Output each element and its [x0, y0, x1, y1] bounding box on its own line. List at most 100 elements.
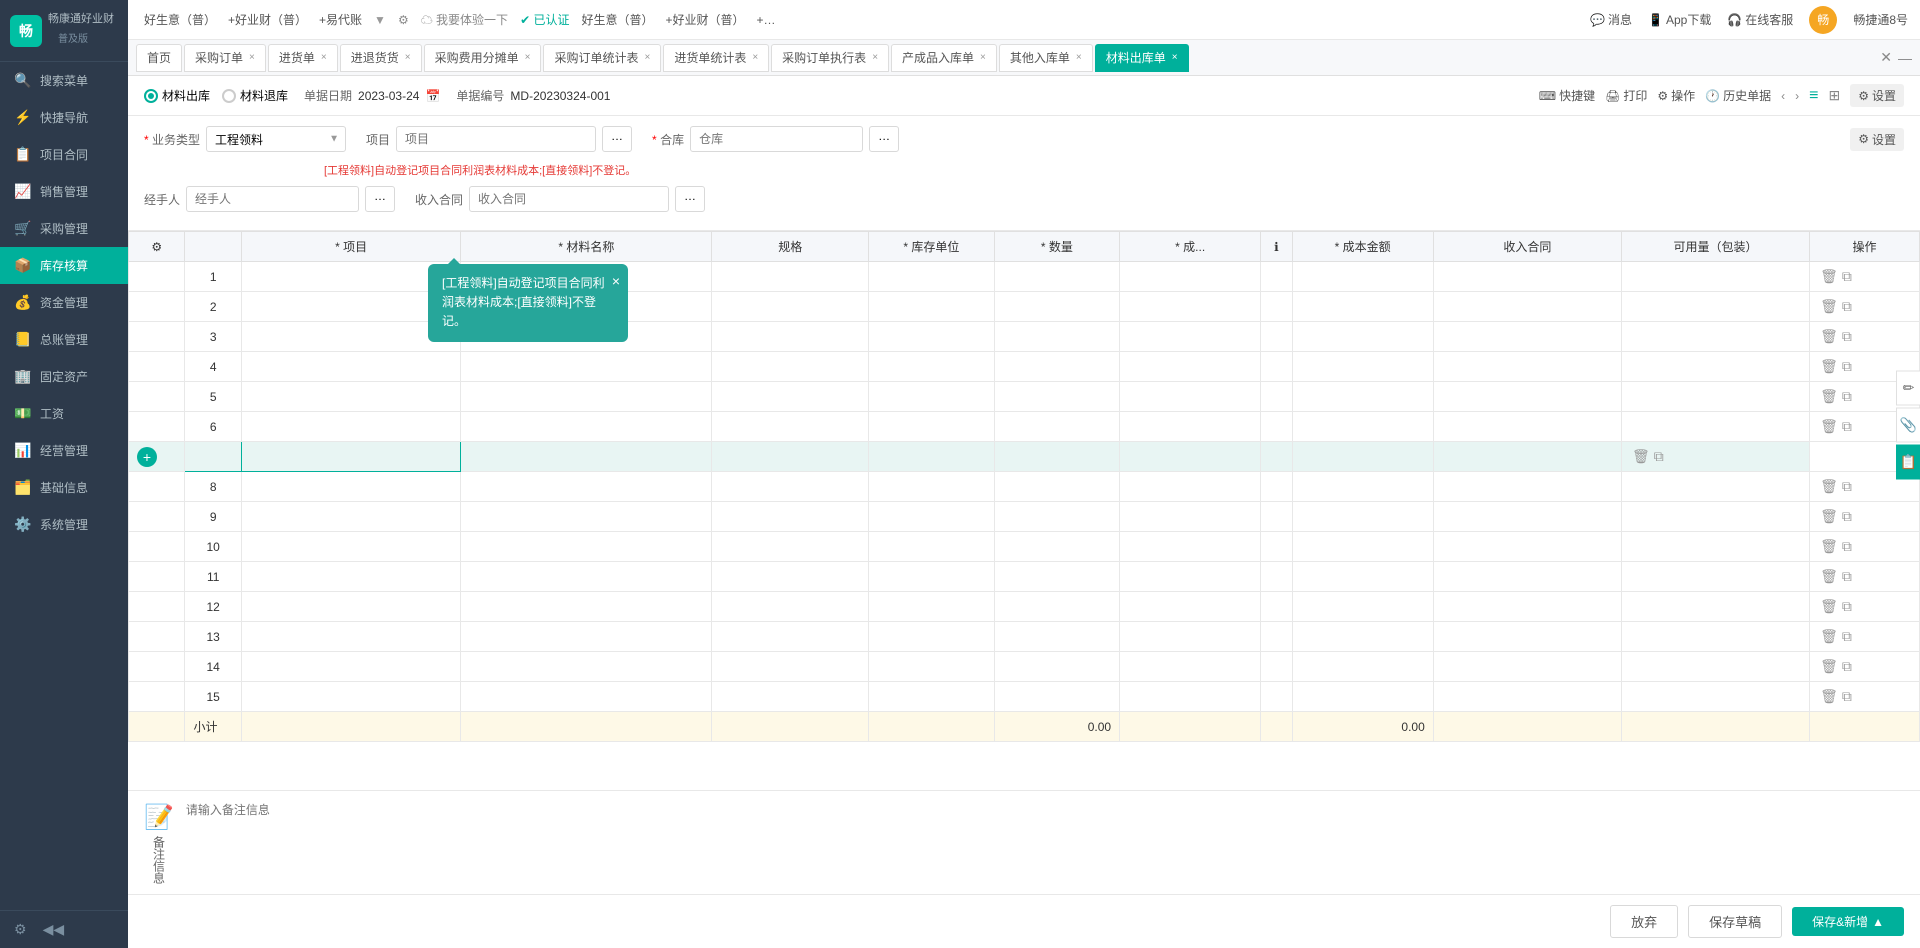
- cell-spec[interactable]: [712, 412, 869, 442]
- cell-income[interactable]: [1433, 652, 1621, 682]
- sidebar-item-quicknav[interactable]: ⚡ 快捷导航: [0, 99, 128, 136]
- cell-material[interactable]: [461, 352, 712, 382]
- cell-income[interactable]: [1433, 622, 1621, 652]
- cell-spec[interactable]: [712, 562, 869, 592]
- print-btn[interactable]: 🖨 打印: [1605, 87, 1647, 104]
- delete-row-btn[interactable]: 🗑: [1820, 358, 1838, 374]
- cell-cost[interactable]: [1120, 382, 1261, 412]
- cell-income[interactable]: [1433, 412, 1621, 442]
- cell-cost-amt[interactable]: [1292, 292, 1433, 322]
- cell-material[interactable]: [461, 412, 712, 442]
- cell-cost[interactable]: [1120, 682, 1261, 712]
- cell-spec[interactable]: [712, 352, 869, 382]
- copy-row-btn[interactable]: ⧉: [1842, 358, 1852, 374]
- cell-spec[interactable]: [712, 652, 869, 682]
- tab-material-out[interactable]: 材料出库单 ×: [1095, 44, 1189, 72]
- add-row-btn[interactable]: +: [137, 447, 157, 467]
- cell-qty[interactable]: [994, 652, 1119, 682]
- cell-income[interactable]: [1433, 262, 1621, 292]
- copy-row-btn[interactable]: ⧉: [1842, 688, 1852, 704]
- sidebar-item-salary[interactable]: 💵 工资: [0, 395, 128, 432]
- delete-row-btn[interactable]: 🗑: [1820, 688, 1838, 704]
- copy-row-btn[interactable]: ⧉: [1842, 658, 1852, 674]
- cell-cost[interactable]: [1120, 622, 1261, 652]
- cell-cost-amt[interactable]: [1292, 562, 1433, 592]
- cell-unit[interactable]: [869, 412, 994, 442]
- cell-income[interactable]: [1433, 562, 1621, 592]
- cell-qty[interactable]: [994, 532, 1119, 562]
- cell-spec[interactable]: [712, 682, 869, 712]
- sidebar-item-ops[interactable]: 📊 经营管理: [0, 432, 128, 469]
- cell-project[interactable]: [241, 412, 461, 442]
- remark-input[interactable]: [186, 801, 1904, 851]
- cell-cost-amt[interactable]: [1292, 382, 1433, 412]
- tab-close-icon[interactable]: ×: [1172, 52, 1178, 63]
- tab-close-icon[interactable]: ×: [321, 52, 327, 63]
- delete-row-btn[interactable]: 🗑: [1820, 538, 1838, 554]
- cell-spec[interactable]: [712, 472, 869, 502]
- cell-cost-amt[interactable]: [1292, 262, 1433, 292]
- copy-row-btn[interactable]: ⧉: [1842, 598, 1852, 614]
- copy-row-btn[interactable]: ⧉: [1842, 328, 1852, 344]
- radio-material-out[interactable]: 材料出库: [144, 87, 210, 104]
- operate-btn[interactable]: ⚙ 操作: [1657, 87, 1695, 104]
- tab-close-icon[interactable]: ×: [1076, 52, 1082, 63]
- tab-home[interactable]: 首页: [136, 44, 182, 72]
- save-draft-button[interactable]: 保存草稿: [1688, 905, 1782, 938]
- cell-unit[interactable]: [869, 322, 994, 352]
- delete-row-btn[interactable]: 🗑: [1820, 628, 1838, 644]
- settings-btn[interactable]: ⚙ 设置: [1850, 84, 1904, 107]
- cell-cost[interactable]: [1120, 262, 1261, 292]
- copy-row-btn[interactable]: ⧉: [1842, 478, 1852, 494]
- cell-income[interactable]: [1433, 352, 1621, 382]
- cell-qty[interactable]: [994, 262, 1119, 292]
- cell-material[interactable]: [461, 502, 712, 532]
- cell-cost[interactable]: [1120, 532, 1261, 562]
- tab-close-window[interactable]: ✕: [1880, 49, 1892, 66]
- tab-purchase-stat[interactable]: 采购订单统计表 ×: [543, 44, 661, 72]
- cell-cost-amt[interactable]: [1292, 592, 1433, 622]
- cell-unit[interactable]: [869, 682, 994, 712]
- tab-close-icon[interactable]: ×: [405, 52, 411, 63]
- cell-qty[interactable]: [994, 292, 1119, 322]
- cell-project[interactable]: [241, 352, 461, 382]
- cell-project[interactable]: [241, 652, 461, 682]
- delete-row-btn[interactable]: 🗑: [1820, 508, 1838, 524]
- msg-btn[interactable]: 💬 消息: [1590, 11, 1632, 28]
- cell-spec[interactable]: [712, 322, 869, 352]
- cell-qty[interactable]: [994, 472, 1119, 502]
- radio-material-return[interactable]: 材料退库: [222, 87, 288, 104]
- cell-cost[interactable]: [1120, 292, 1261, 322]
- cell-cost-amt[interactable]: [1292, 322, 1433, 352]
- grid-view-icon[interactable]: ⊞: [1828, 87, 1840, 104]
- cell-unit[interactable]: [869, 352, 994, 382]
- cell-unit[interactable]: [869, 292, 994, 322]
- cell-income[interactable]: [1433, 472, 1621, 502]
- copy-row-btn[interactable]: ⧉: [1842, 568, 1852, 584]
- cell-project[interactable]: [241, 622, 461, 652]
- tab-in-stat[interactable]: 进货单统计表 ×: [663, 44, 769, 72]
- cell-qty[interactable]: [994, 412, 1119, 442]
- copy-row-btn[interactable]: ⧉: [1842, 388, 1852, 404]
- income-ellipsis[interactable]: …: [675, 186, 705, 212]
- cell-spec[interactable]: [712, 262, 869, 292]
- top-link-hsy[interactable]: 好生意（普）: [140, 9, 220, 30]
- cell-project[interactable]: [241, 502, 461, 532]
- cell-cost[interactable]: [1120, 562, 1261, 592]
- copy-row-btn[interactable]: ⧉: [1842, 628, 1852, 644]
- user-name[interactable]: 畅捷通8号: [1853, 11, 1908, 28]
- cell-cost[interactable]: [1120, 352, 1261, 382]
- settings-btn[interactable]: ⚙: [394, 11, 413, 29]
- handler-input[interactable]: [186, 186, 359, 212]
- cell-material[interactable]: [461, 652, 712, 682]
- cell-unit[interactable]: [869, 562, 994, 592]
- cell-spec[interactable]: [712, 502, 869, 532]
- copy-row-btn[interactable]: ⧉: [1654, 448, 1664, 464]
- sidebar-item-system[interactable]: ⚙️ 系统管理: [0, 506, 128, 543]
- discard-button[interactable]: 放弃: [1610, 905, 1678, 938]
- cell-spec[interactable]: [712, 532, 869, 562]
- cell-unit[interactable]: [869, 622, 994, 652]
- delete-row-btn[interactable]: 🗑: [1632, 448, 1650, 464]
- top-link2-hycai[interactable]: +好业财（普）: [661, 9, 748, 30]
- next-icon[interactable]: ›: [1795, 89, 1799, 103]
